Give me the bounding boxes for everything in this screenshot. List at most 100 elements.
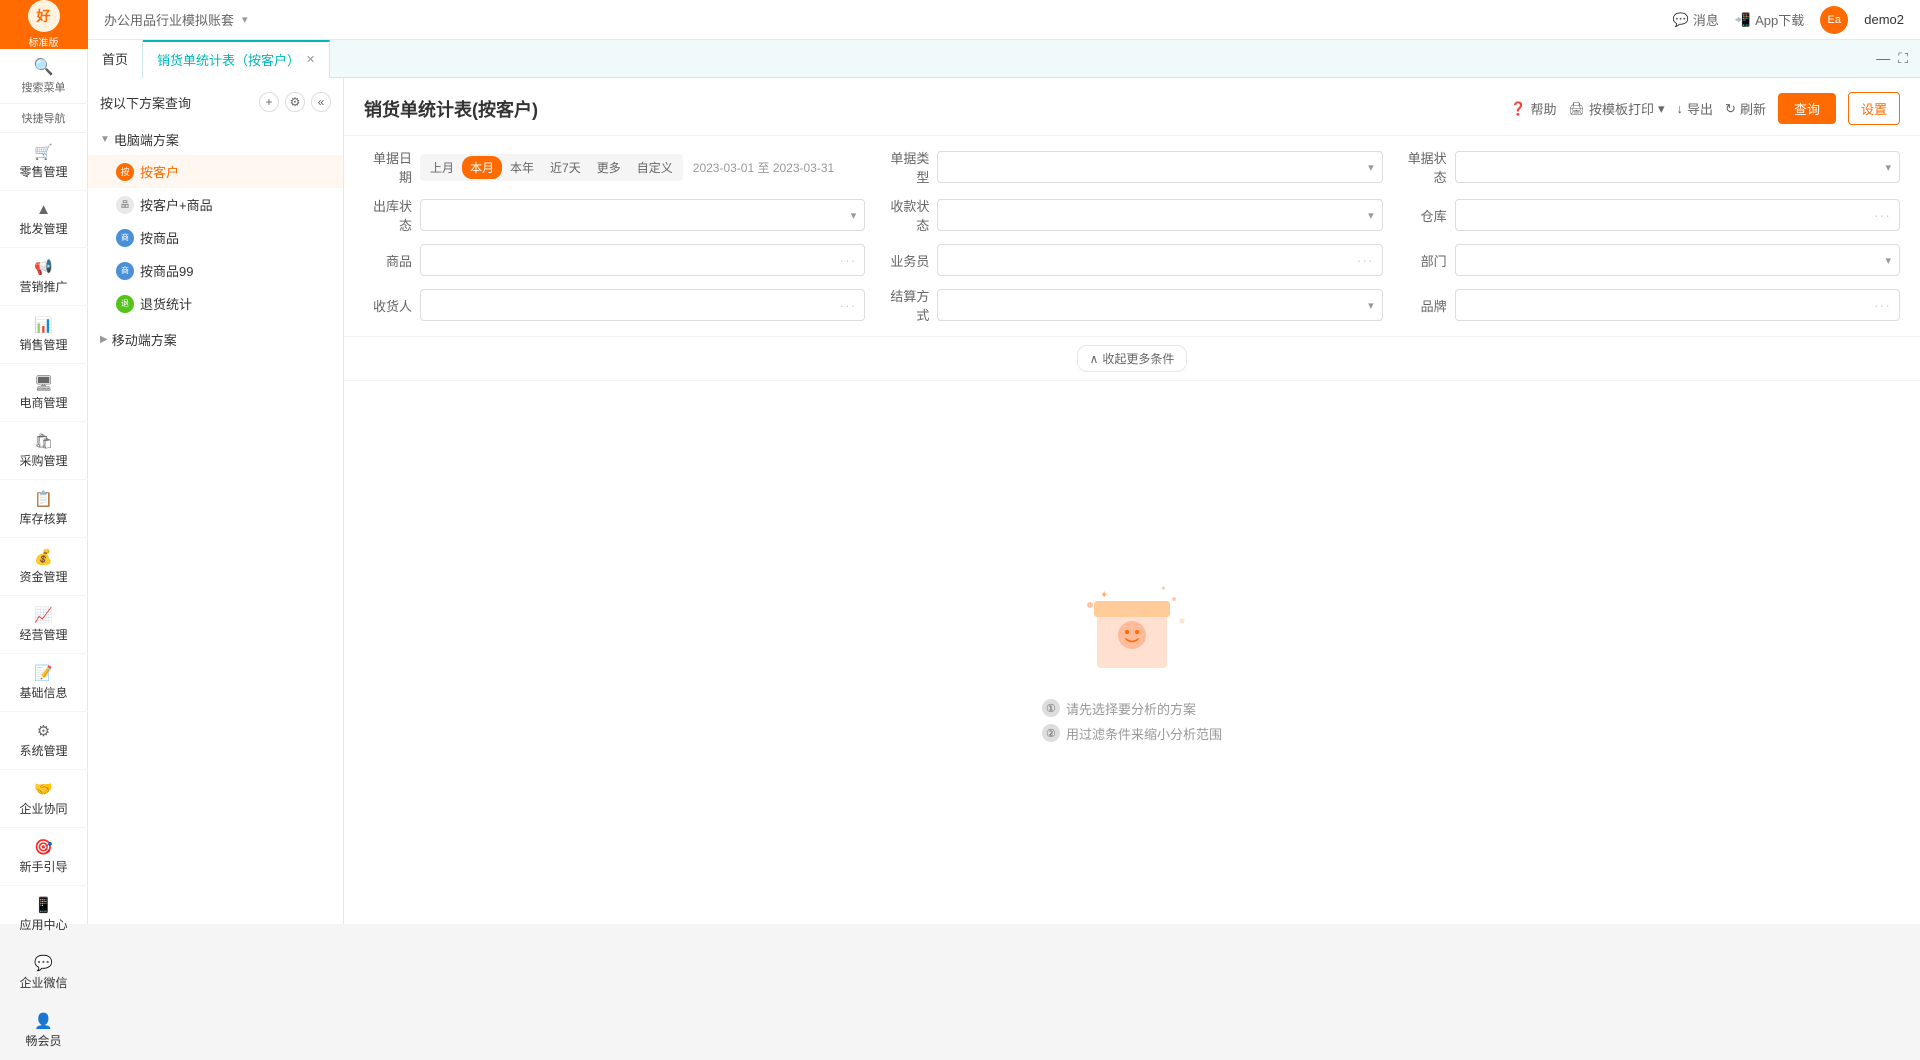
payment-status-input[interactable]: ▾ — [937, 199, 1382, 231]
maximize-icon[interactable]: ⛶ — [1898, 50, 1908, 67]
staff-input[interactable]: ··· — [937, 244, 1382, 276]
sidebar-item-enterprise[interactable]: 🤝 企业协同 — [0, 770, 88, 828]
corp-wechat-icon: 💬 — [34, 954, 53, 972]
sidebar-label: 零售管理 — [19, 163, 67, 180]
sidebar-item-basic-info[interactable]: 📝 基础信息 — [0, 654, 88, 712]
app-download-icon: 📲 — [1735, 12, 1751, 28]
settlement-input[interactable]: ▾ — [937, 289, 1382, 321]
right-content: 销货单统计表(按客户) ❓ 帮助 🖨 按模板打印 ▾ ↓ 导出 — [344, 78, 1920, 924]
tree-group-mobile: ▶ 移动端方案 — [88, 322, 343, 357]
collapse-panel-button[interactable]: « — [311, 92, 331, 112]
sidebar-item-finance[interactable]: 💰 资金管理 — [0, 538, 88, 596]
logo[interactable]: 好 标准版 — [0, 0, 88, 49]
settings-scheme-button[interactable]: ⚙ — [285, 92, 305, 112]
app-center-icon: 📱 — [34, 896, 53, 914]
sidebar-item-inventory[interactable]: 📋 库存核算 — [0, 480, 88, 538]
settings-button[interactable]: 设置 — [1848, 92, 1900, 125]
search-icon: 🔍 — [34, 57, 54, 77]
svg-text:✦: ✦ — [1100, 590, 1108, 601]
receiver-input[interactable]: ··· — [420, 289, 865, 321]
print-button[interactable]: 🖨 按模板打印 ▾ — [1568, 99, 1664, 118]
sidebar-label: 搜索菜单 — [22, 79, 66, 95]
department-input[interactable]: ▾ — [1455, 244, 1900, 276]
refresh-icon: ↻ — [1725, 101, 1736, 117]
sidebar-item-system[interactable]: ⚙ 系统管理 — [0, 712, 88, 770]
sidebar-item-purchase[interactable]: 🛍 采购管理 — [0, 422, 88, 480]
warehouse-label: 仓库 — [1399, 206, 1455, 225]
sidebar-item-ecommerce[interactable]: 🖥 电商管理 — [0, 364, 88, 422]
avatar[interactable]: Ea — [1820, 6, 1848, 34]
date-tab-custom[interactable]: 自定义 — [629, 156, 681, 179]
user-name[interactable]: demo2 — [1864, 12, 1904, 27]
sidebar-item-corp-wechat[interactable]: 💬 企业微信 — [0, 944, 88, 1002]
sidebar-item-retail[interactable]: 🛒 零售管理 — [0, 133, 88, 191]
date-tab-last-month[interactable]: 上月 — [422, 156, 462, 179]
app-download-button[interactable]: 📲 App下载 — [1735, 10, 1804, 29]
tab-home-label: 首页 — [102, 49, 128, 68]
date-tab-this-month[interactable]: 本月 — [462, 156, 502, 179]
date-tab-this-year[interactable]: 本年 — [502, 156, 542, 179]
tree-item-by-product-99[interactable]: 商 按商品99 — [88, 254, 343, 287]
sidebar-label: 库存核算 — [19, 510, 67, 527]
marketing-icon: 📢 — [34, 258, 53, 276]
tree-item-label: 按商品 — [140, 228, 179, 247]
order-status-input[interactable]: ▾ — [1455, 151, 1900, 183]
sidebar-item-operations[interactable]: 📈 经营管理 — [0, 596, 88, 654]
guide-icon: 🎯 — [34, 838, 53, 856]
retail-icon: 🛒 — [34, 143, 53, 161]
sidebar-label: 企业微信 — [19, 974, 67, 991]
tree-group-mobile-label[interactable]: ▶ 移动端方案 — [88, 324, 343, 355]
export-button[interactable]: ↓ 导出 — [1677, 99, 1714, 118]
warehouse-input[interactable]: ··· — [1455, 199, 1900, 231]
empty-tips: ① 请先选择要分析的方案 ② 用过滤条件来缩小分析范围 — [1042, 699, 1222, 743]
date-tab-last-7-days[interactable]: 近7天 — [542, 156, 589, 179]
ship-status-input[interactable]: ▾ — [420, 199, 865, 231]
operations-icon: 📈 — [34, 606, 53, 624]
app-name-dropdown-icon[interactable]: ▾ — [242, 13, 248, 26]
date-tab-more[interactable]: 更多 — [589, 156, 629, 179]
sidebar-item-sales[interactable]: 📊 销售管理 — [0, 306, 88, 364]
brand-input[interactable]: ··· — [1455, 289, 1900, 321]
product-label: 商品 — [364, 251, 420, 270]
tab-sales-stat[interactable]: 销货单统计表（按客户） ✕ — [143, 40, 330, 78]
inventory-icon: 📋 — [34, 490, 53, 508]
add-scheme-button[interactable]: + — [259, 92, 279, 112]
sidebar-item-search[interactable]: 🔍 搜索菜单 — [0, 49, 88, 104]
order-type-input[interactable]: ▾ — [937, 151, 1382, 183]
sidebar-item-guide[interactable]: 🎯 新手引导 — [0, 828, 88, 886]
tree-item-label: 按客户+商品 — [140, 195, 213, 214]
collapse-button[interactable]: ∧ 收起更多条件 — [1077, 345, 1188, 372]
tree-item-by-customer-product[interactable]: 品 按客户+商品 — [88, 188, 343, 221]
left-panel-actions: + ⚙ « — [259, 92, 331, 112]
message-button[interactable]: 💬 消息 — [1673, 10, 1719, 29]
sidebar-item-quick-nav[interactable]: 快捷导航 — [0, 104, 88, 133]
tree-item-return-stat[interactable]: 退 退货统计 — [88, 287, 343, 320]
tip-text-2: 用过滤条件来缩小分析范围 — [1066, 724, 1222, 743]
tip-number-2: ② — [1042, 724, 1060, 742]
tree-item-by-product[interactable]: 商 按商品 — [88, 221, 343, 254]
help-button[interactable]: ❓ 帮助 — [1510, 99, 1556, 118]
close-tab-icon[interactable]: ✕ — [306, 53, 315, 66]
empty-tip-2: ② 用过滤条件来缩小分析范围 — [1042, 724, 1222, 743]
tab-home[interactable]: 首页 — [88, 40, 143, 78]
tree-group-pc: ▼ 电脑端方案 按 按客户 品 按客户+商品 商 按商品 — [88, 122, 343, 322]
sidebar-label: 电商管理 — [19, 394, 67, 411]
tree-item-icon: 品 — [116, 196, 134, 214]
query-button[interactable]: 查询 — [1778, 93, 1836, 124]
sidebar-item-app-center[interactable]: 📱 应用中心 — [0, 886, 88, 944]
department-dropdown-icon: ▾ — [1885, 254, 1891, 267]
sidebar-item-wholesale[interactable]: ▲ 批发管理 — [0, 191, 88, 248]
tree-group-expand-icon: ▶ — [100, 334, 108, 345]
tree-item-label: 按客户 — [140, 162, 179, 181]
sidebar-item-member[interactable]: 👤 畅会员 — [0, 1002, 88, 1060]
tree-item-by-customer[interactable]: 按 按客户 — [88, 155, 343, 188]
product-input[interactable]: ··· — [420, 244, 865, 276]
tab-sales-stat-label: 销货单统计表（按客户） — [157, 50, 300, 69]
tree-group-pc-label[interactable]: ▼ 电脑端方案 — [88, 124, 343, 155]
sidebar-item-marketing[interactable]: 📢 营销推广 — [0, 248, 88, 306]
print-dropdown-icon[interactable]: ▾ — [1658, 101, 1665, 117]
minimize-icon[interactable]: — — [1876, 50, 1890, 67]
refresh-button[interactable]: ↻ 刷新 — [1725, 99, 1766, 118]
tab-expand-buttons: — ⛶ — [1876, 50, 1920, 67]
settings-label: 设置 — [1861, 99, 1887, 118]
